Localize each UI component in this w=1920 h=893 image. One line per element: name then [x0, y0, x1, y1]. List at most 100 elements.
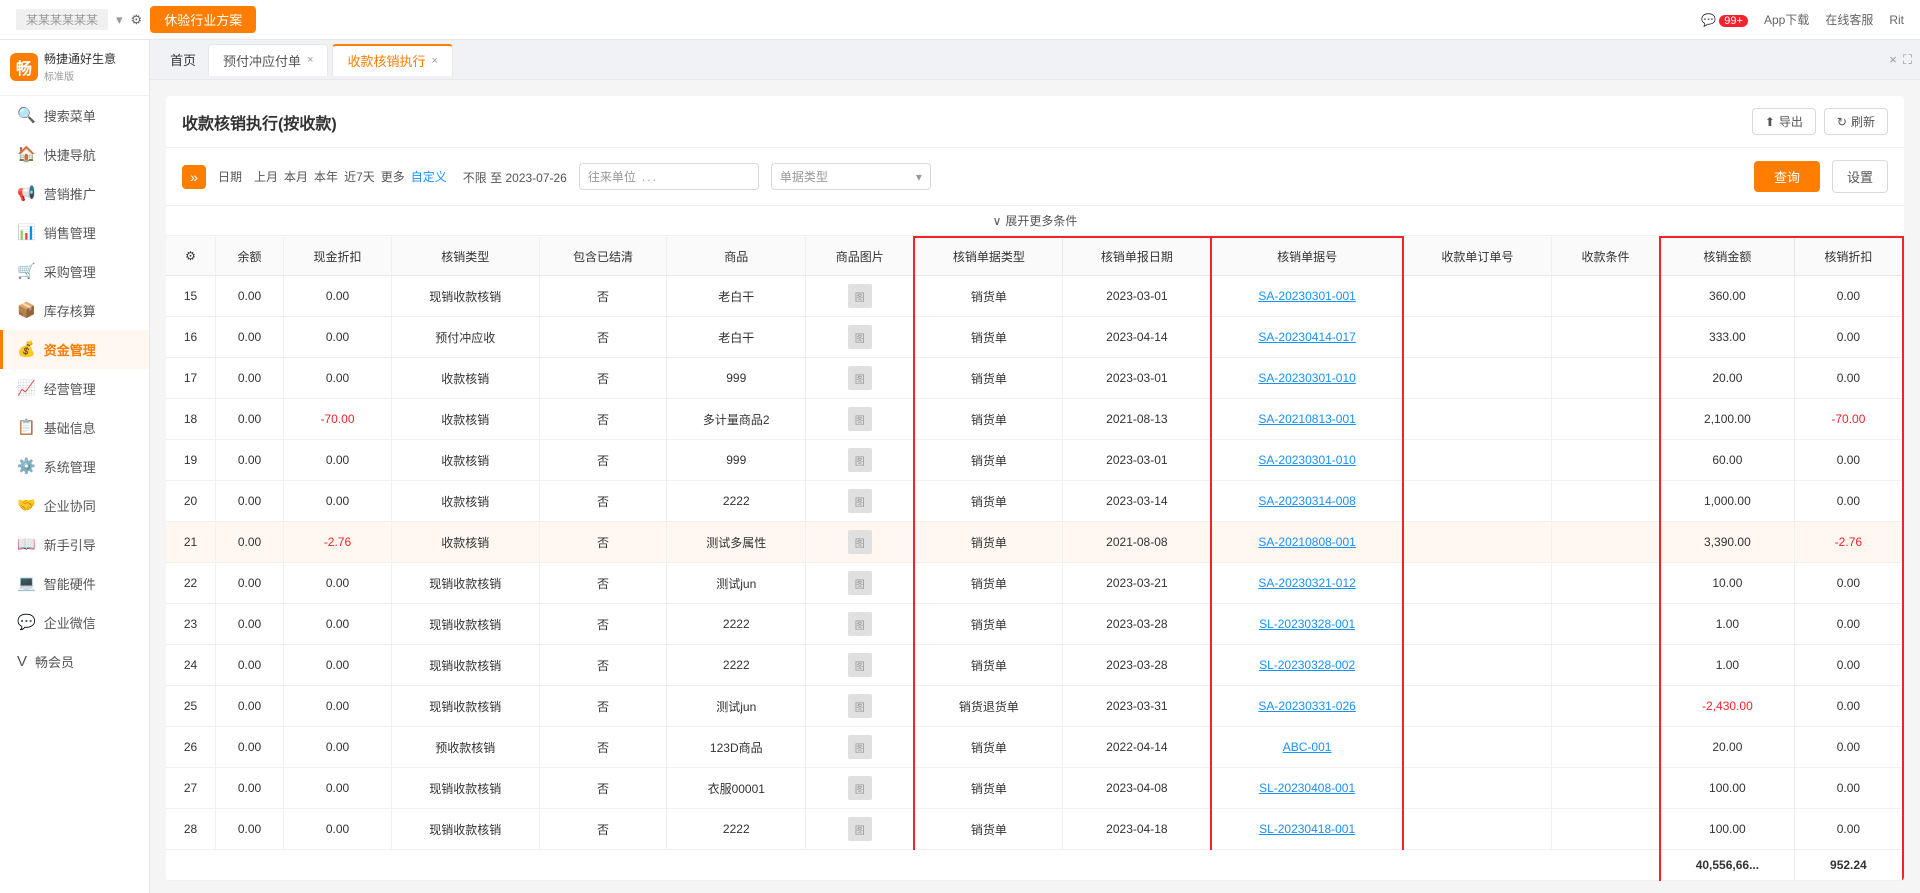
cell-cancel-discount: 0.00: [1794, 686, 1903, 727]
cell-receipt-order-no: [1403, 358, 1552, 399]
sidebar-item-search[interactable]: 🔍 搜索菜单: [0, 96, 149, 135]
cell-include-settled: 否: [539, 604, 667, 645]
cell-cancel-amount: 1.00: [1660, 604, 1794, 645]
sidebar-item-sales[interactable]: 📊 销售管理: [0, 213, 149, 252]
cell-cancel-order-date: 2023-03-01: [1063, 440, 1212, 481]
cell-cancel-order-date: 2023-03-14: [1063, 481, 1212, 522]
sidebar-item-base-info[interactable]: 📋 基础信息: [0, 408, 149, 447]
cell-cancel-order-no[interactable]: SL-20230328-002: [1211, 645, 1402, 686]
cell-product-img: 图: [806, 604, 915, 645]
sidebar-item-label: 搜索菜单: [44, 106, 96, 125]
cell-cancel-order-no[interactable]: SA-20230331-026: [1211, 686, 1402, 727]
cell-cancel-amount: 1,000.00: [1660, 481, 1794, 522]
cell-receipt-condition: [1551, 809, 1660, 850]
refresh-button[interactable]: ↻ 刷新: [1824, 108, 1888, 135]
from-unit-label: 往来单位: [588, 168, 636, 185]
th-cancel-discount: 核销折扣: [1794, 237, 1903, 276]
dropdown-arrow-icon[interactable]: ▾: [116, 12, 123, 28]
tab-home[interactable]: 首页: [158, 44, 208, 75]
cell-cash-discount: 0.00: [284, 276, 392, 317]
th-receipt-condition: 收款条件: [1551, 237, 1660, 276]
from-unit-field[interactable]: 往来单位 ...: [579, 163, 759, 190]
sidebar-item-member[interactable]: V 畅会员: [0, 642, 149, 681]
user-name[interactable]: Rit: [1889, 13, 1904, 27]
message-icon[interactable]: 💬 99+: [1701, 13, 1748, 27]
top-bar-right: 💬 99+ App下载 在线客服 Rit: [1701, 11, 1904, 28]
cell-cancel-order-type: 销货单: [914, 727, 1063, 768]
cell-cancel-order-no[interactable]: ABC-001: [1211, 727, 1402, 768]
cell-product: 999: [667, 358, 806, 399]
sidebar-item-operation[interactable]: 📈 经营管理: [0, 369, 149, 408]
cell-cancel-type: 预付冲应收: [391, 317, 539, 358]
sidebar-item-wechat[interactable]: 💬 企业微信: [0, 603, 149, 642]
export-button[interactable]: ⬆ 导出: [1752, 108, 1816, 135]
cell-cancel-amount: 20.00: [1660, 358, 1794, 399]
sidebar-item-finance[interactable]: 💰 资金管理: [0, 330, 149, 369]
sidebar-item-label: 资金管理: [44, 340, 96, 359]
cell-product: 2222: [667, 645, 806, 686]
cell-cancel-order-no[interactable]: SA-20230314-008: [1211, 481, 1402, 522]
date-this-month[interactable]: 本月: [284, 168, 308, 185]
cell-product-img: 图: [806, 440, 915, 481]
cell-cancel-order-type: 销货单: [914, 522, 1063, 563]
cell-balance: 0.00: [216, 686, 284, 727]
sidebar-item-purchase[interactable]: 🛒 采购管理: [0, 252, 149, 291]
sidebar-item-label: 基础信息: [44, 418, 96, 437]
cell-cash-discount: 0.00: [284, 317, 392, 358]
cell-receipt-order-no: [1403, 440, 1552, 481]
close-window-icon[interactable]: ×: [1889, 52, 1897, 68]
cell-cancel-order-no[interactable]: SL-20230418-001: [1211, 809, 1402, 850]
cell-balance: 0.00: [216, 358, 284, 399]
table-row: 20 0.00 0.00 收款核销 否 2222 图 销货单 2023-03-1…: [166, 481, 1903, 522]
cell-cancel-order-no[interactable]: SA-20210808-001: [1211, 522, 1402, 563]
industry-solution-button[interactable]: 休验行业方案: [150, 6, 256, 33]
cell-cancel-order-no[interactable]: SL-20230408-001: [1211, 768, 1402, 809]
vip-icon: V: [17, 653, 27, 670]
sidebar-item-hardware[interactable]: 💻 智能硬件: [0, 564, 149, 603]
cell-cancel-order-no[interactable]: SA-20230321-012: [1211, 563, 1402, 604]
date-custom[interactable]: 自定义: [411, 168, 447, 185]
sidebar-item-quicknav[interactable]: 🏠 快捷导航: [0, 135, 149, 174]
tab-close-icon[interactable]: ×: [307, 54, 313, 66]
sidebar-item-marketing[interactable]: 📢 营销推广: [0, 174, 149, 213]
cell-cash-discount: 0.00: [284, 358, 392, 399]
tab-prepay[interactable]: 预付冲应付单 ×: [208, 44, 328, 76]
cell-cash-discount: 0.00: [284, 481, 392, 522]
cell-cancel-order-no[interactable]: SL-20230328-001: [1211, 604, 1402, 645]
query-button[interactable]: 查询: [1754, 161, 1820, 192]
date-this-year[interactable]: 本年: [314, 168, 338, 185]
expand-more-button[interactable]: ∨ 展开更多条件: [993, 212, 1078, 229]
cell-cancel-order-no[interactable]: SA-20230301-010: [1211, 440, 1402, 481]
sidebar-item-enterprise[interactable]: 🤝 企业协同: [0, 486, 149, 525]
sidebar-item-guide[interactable]: 📖 新手引导: [0, 525, 149, 564]
sidebar-item-inventory[interactable]: 📦 库存核算: [0, 291, 149, 330]
cell-id: 16: [166, 317, 216, 358]
order-type-select[interactable]: 单据类型 ▾: [771, 163, 931, 190]
cell-cancel-order-no[interactable]: SA-20230301-010: [1211, 358, 1402, 399]
online-service-link[interactable]: 在线客服: [1825, 11, 1873, 28]
tab-receipt-cancel[interactable]: 收款核销执行 ×: [332, 44, 452, 76]
th-cancel-type: 核销类型: [391, 237, 539, 276]
maximize-icon[interactable]: ⛶: [1903, 52, 1912, 68]
date-last-month[interactable]: 上月: [254, 168, 278, 185]
cell-cancel-order-no[interactable]: SA-20230414-017: [1211, 317, 1402, 358]
sidebar-item-system[interactable]: ⚙️ 系统管理: [0, 447, 149, 486]
cell-receipt-order-no: [1403, 399, 1552, 440]
chart-icon: 📊: [17, 223, 36, 241]
th-gear[interactable]: ⚙: [166, 237, 216, 276]
filter-expand-button[interactable]: »: [182, 165, 206, 189]
sidebar-item-label: 营销推广: [44, 184, 96, 203]
app-download-link[interactable]: App下载: [1764, 11, 1809, 28]
cell-balance: 0.00: [216, 399, 284, 440]
cell-cancel-order-no[interactable]: SA-20230301-001: [1211, 276, 1402, 317]
cell-cancel-amount: 100.00: [1660, 768, 1794, 809]
gear-icon[interactable]: ⚙: [131, 12, 143, 28]
date-last-7days[interactable]: 近7天: [344, 168, 375, 185]
cell-cancel-type: 现销收款核销: [391, 563, 539, 604]
sidebar-item-label: 快捷导航: [44, 145, 96, 164]
settings-button[interactable]: 设置: [1832, 160, 1888, 193]
cell-cancel-order-no[interactable]: SA-20210813-001: [1211, 399, 1402, 440]
cell-id: 24: [166, 645, 216, 686]
date-more[interactable]: 更多: [381, 168, 405, 185]
tab-close-icon[interactable]: ×: [431, 55, 437, 67]
